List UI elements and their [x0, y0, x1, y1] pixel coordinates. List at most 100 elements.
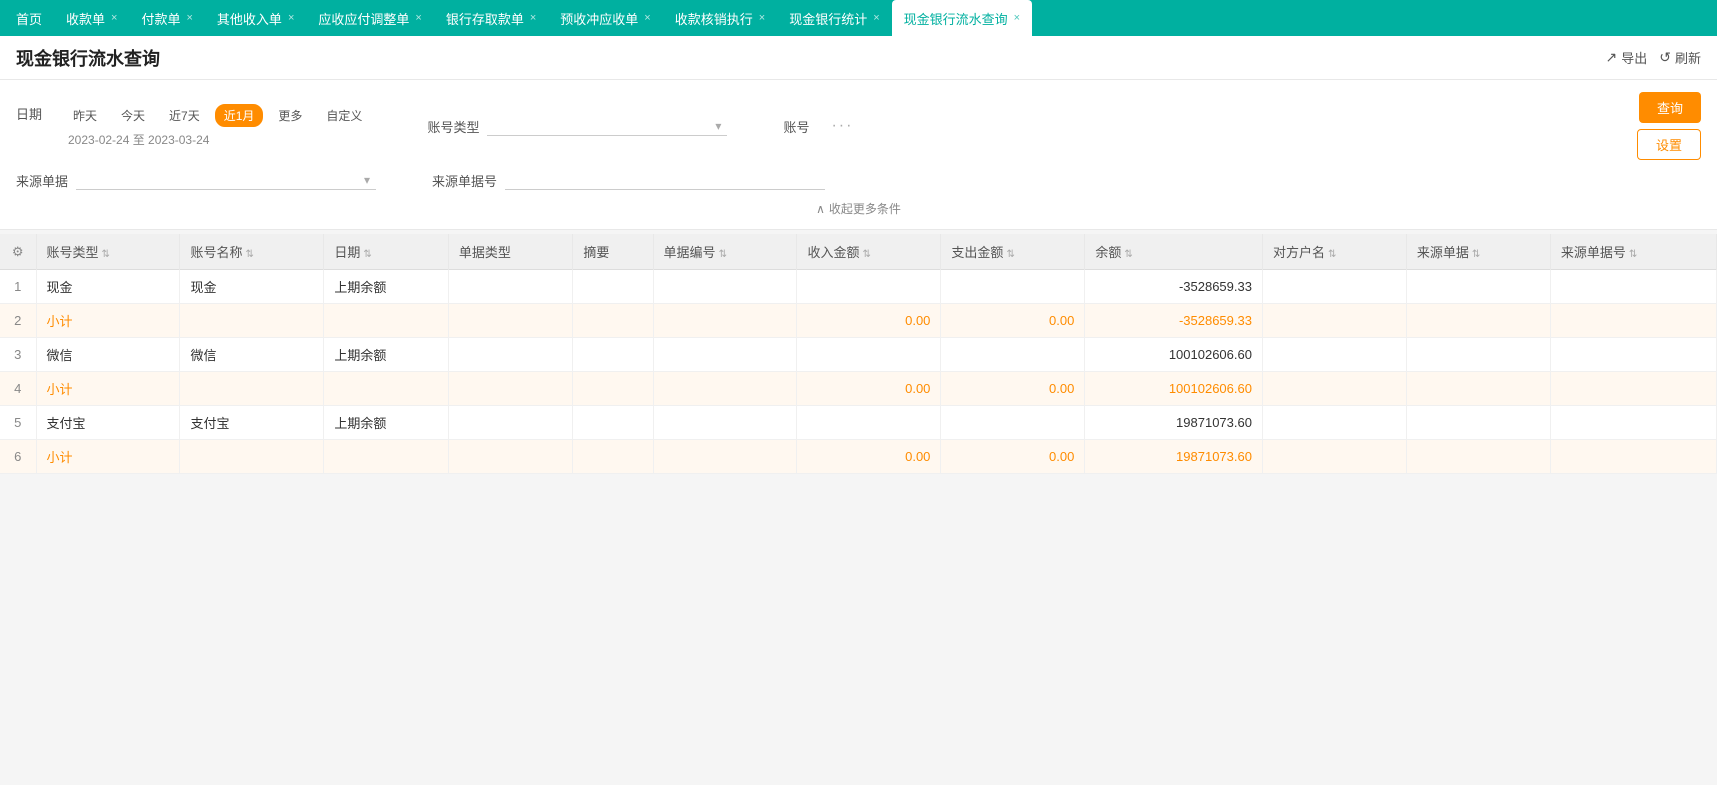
table-area: ⚙ 账号类型⇅ 账号名称⇅ 日期⇅ 单据类型 摘要 单据编号⇅ 收入金额⇅ 支出… — [0, 234, 1717, 474]
th-balance[interactable]: 余额⇅ — [1085, 234, 1263, 270]
account-more-icon[interactable]: ··· — [831, 117, 853, 135]
settings-button[interactable]: 设置 — [1637, 129, 1701, 160]
cell-income — [797, 270, 941, 304]
cell-date: 上期余额 — [324, 338, 449, 372]
cell-expense — [941, 406, 1085, 440]
header-actions: ↗ 导出 ↺ 刷新 — [1606, 48, 1702, 67]
th-summary: 摘要 — [573, 234, 653, 270]
action-buttons: 查询 设置 — [1637, 92, 1701, 160]
close-icon[interactable]: × — [111, 12, 117, 24]
date-btn-today[interactable]: 今天 — [112, 104, 154, 127]
th-account-type[interactable]: 账号类型⇅ — [36, 234, 180, 270]
cell-index: 4 — [0, 372, 36, 406]
table-row: 5 支付宝 支付宝 上期余额 19871073.60 — [0, 406, 1717, 440]
cell-doc-no — [653, 440, 797, 474]
date-btn-7days[interactable]: 近7天 — [160, 104, 209, 127]
cell-index: 2 — [0, 304, 36, 338]
th-doc-type: 单据类型 — [448, 234, 573, 270]
table-row: 3 微信 微信 上期余额 100102606.60 — [0, 338, 1717, 372]
date-btn-yesterday[interactable]: 昨天 — [64, 104, 106, 127]
cell-source-doc — [1406, 338, 1550, 372]
close-icon[interactable]: × — [644, 12, 650, 24]
nav-bank-deposit[interactable]: 银行存取款单 × — [434, 0, 548, 36]
cell-source-doc — [1406, 440, 1550, 474]
th-date[interactable]: 日期⇅ — [324, 234, 449, 270]
export-button[interactable]: ↗ 导出 — [1606, 48, 1648, 67]
cell-doc-no — [653, 338, 797, 372]
table-row: 1 现金 现金 上期余额 -3528659.33 — [0, 270, 1717, 304]
cell-doc-no — [653, 372, 797, 406]
th-source-doc-no[interactable]: 来源单据号⇅ — [1550, 234, 1716, 270]
cell-doc-no — [653, 406, 797, 440]
close-icon[interactable]: × — [530, 12, 536, 24]
account-filter-group: 账号 ··· — [783, 117, 853, 136]
cell-source-doc-no — [1550, 372, 1716, 406]
th-account-name[interactable]: 账号名称⇅ — [180, 234, 324, 270]
collapse-up-icon: ∧ — [816, 202, 825, 216]
source-doc-no-label: 来源单据号 — [432, 171, 497, 190]
nav-other-income[interactable]: 其他收入单 × — [205, 0, 306, 36]
query-button[interactable]: 查询 — [1639, 92, 1701, 123]
page-title: 现金银行流水查询 — [16, 45, 160, 71]
nav-payments[interactable]: 付款单 × — [129, 0, 204, 36]
settings-gear-icon[interactable]: ⚙ — [12, 244, 24, 259]
cell-counterparty — [1262, 406, 1406, 440]
close-icon[interactable]: × — [759, 12, 765, 24]
th-expense[interactable]: 支出金额⇅ — [941, 234, 1085, 270]
nav-prepay[interactable]: 预收冲应收单 × — [548, 0, 662, 36]
cell-source-doc-no — [1550, 270, 1716, 304]
cell-expense — [941, 270, 1085, 304]
cell-doc-type — [448, 304, 573, 338]
cell-expense: 0.00 — [941, 440, 1085, 474]
top-nav: 首页 收款单 × 付款单 × 其他收入单 × 应收应付调整单 × 银行存取款单 … — [0, 0, 1717, 36]
refresh-button[interactable]: ↺ 刷新 — [1659, 48, 1701, 67]
refresh-icon: ↺ — [1659, 49, 1671, 66]
cell-source-doc — [1406, 270, 1550, 304]
cell-index: 1 — [0, 270, 36, 304]
th-doc-no[interactable]: 单据编号⇅ — [653, 234, 797, 270]
cell-summary — [573, 270, 653, 304]
source-doc-no-input[interactable] — [505, 170, 825, 190]
cell-doc-type — [448, 406, 573, 440]
cell-expense: 0.00 — [941, 304, 1085, 338]
date-btn-custom[interactable]: 自定义 — [317, 104, 371, 127]
cell-date: 上期余额 — [324, 270, 449, 304]
th-source-doc[interactable]: 来源单据⇅ — [1406, 234, 1550, 270]
cell-source-doc-no — [1550, 406, 1716, 440]
nav-receipts[interactable]: 收款单 × — [54, 0, 129, 36]
cell-counterparty — [1262, 338, 1406, 372]
th-income[interactable]: 收入金额⇅ — [797, 234, 941, 270]
cell-balance: 19871073.60 — [1085, 406, 1263, 440]
close-icon[interactable]: × — [288, 12, 294, 24]
th-counterparty[interactable]: 对方户名⇅ — [1262, 234, 1406, 270]
date-btn-1month[interactable]: 近1月 — [215, 104, 264, 127]
cell-account-type: 小计 — [36, 304, 180, 338]
nav-cash-flow-query[interactable]: 现金银行流水查询 × — [892, 0, 1032, 36]
cell-source-doc — [1406, 372, 1550, 406]
cell-index: 3 — [0, 338, 36, 372]
filter-row-date: 日期 昨天 今天 近7天 近1月 更多 自定义 2023-02-24 至 202… — [16, 92, 1701, 160]
filter-row-source: 来源单据 ▾ 来源单据号 — [16, 170, 1701, 190]
cell-account-type: 支付宝 — [36, 406, 180, 440]
cell-expense: 0.00 — [941, 372, 1085, 406]
source-doc-select[interactable]: ▾ — [76, 171, 376, 190]
date-btn-more[interactable]: 更多 — [269, 104, 311, 127]
cell-doc-no — [653, 304, 797, 338]
cell-income — [797, 406, 941, 440]
close-icon[interactable]: × — [186, 12, 192, 24]
chevron-down-icon: ▾ — [715, 119, 721, 133]
nav-cash-stats[interactable]: 现金银行统计 × — [777, 0, 891, 36]
cell-index: 6 — [0, 440, 36, 474]
page-header: 现金银行流水查询 ↗ 导出 ↺ 刷新 — [0, 36, 1717, 80]
cell-date: 上期余额 — [324, 406, 449, 440]
close-icon[interactable]: × — [415, 12, 421, 24]
nav-home[interactable]: 首页 — [4, 0, 54, 36]
collapse-button[interactable]: ∧ 收起更多条件 — [16, 200, 1701, 217]
close-icon[interactable]: × — [873, 12, 879, 24]
account-type-select[interactable]: ▾ — [487, 117, 727, 136]
close-icon[interactable]: × — [1014, 12, 1020, 24]
nav-adjust[interactable]: 应收应付调整单 × — [306, 0, 433, 36]
cell-source-doc — [1406, 406, 1550, 440]
nav-collection[interactable]: 收款核销执行 × — [663, 0, 777, 36]
date-options: 昨天 今天 近7天 近1月 更多 自定义 — [64, 104, 371, 127]
